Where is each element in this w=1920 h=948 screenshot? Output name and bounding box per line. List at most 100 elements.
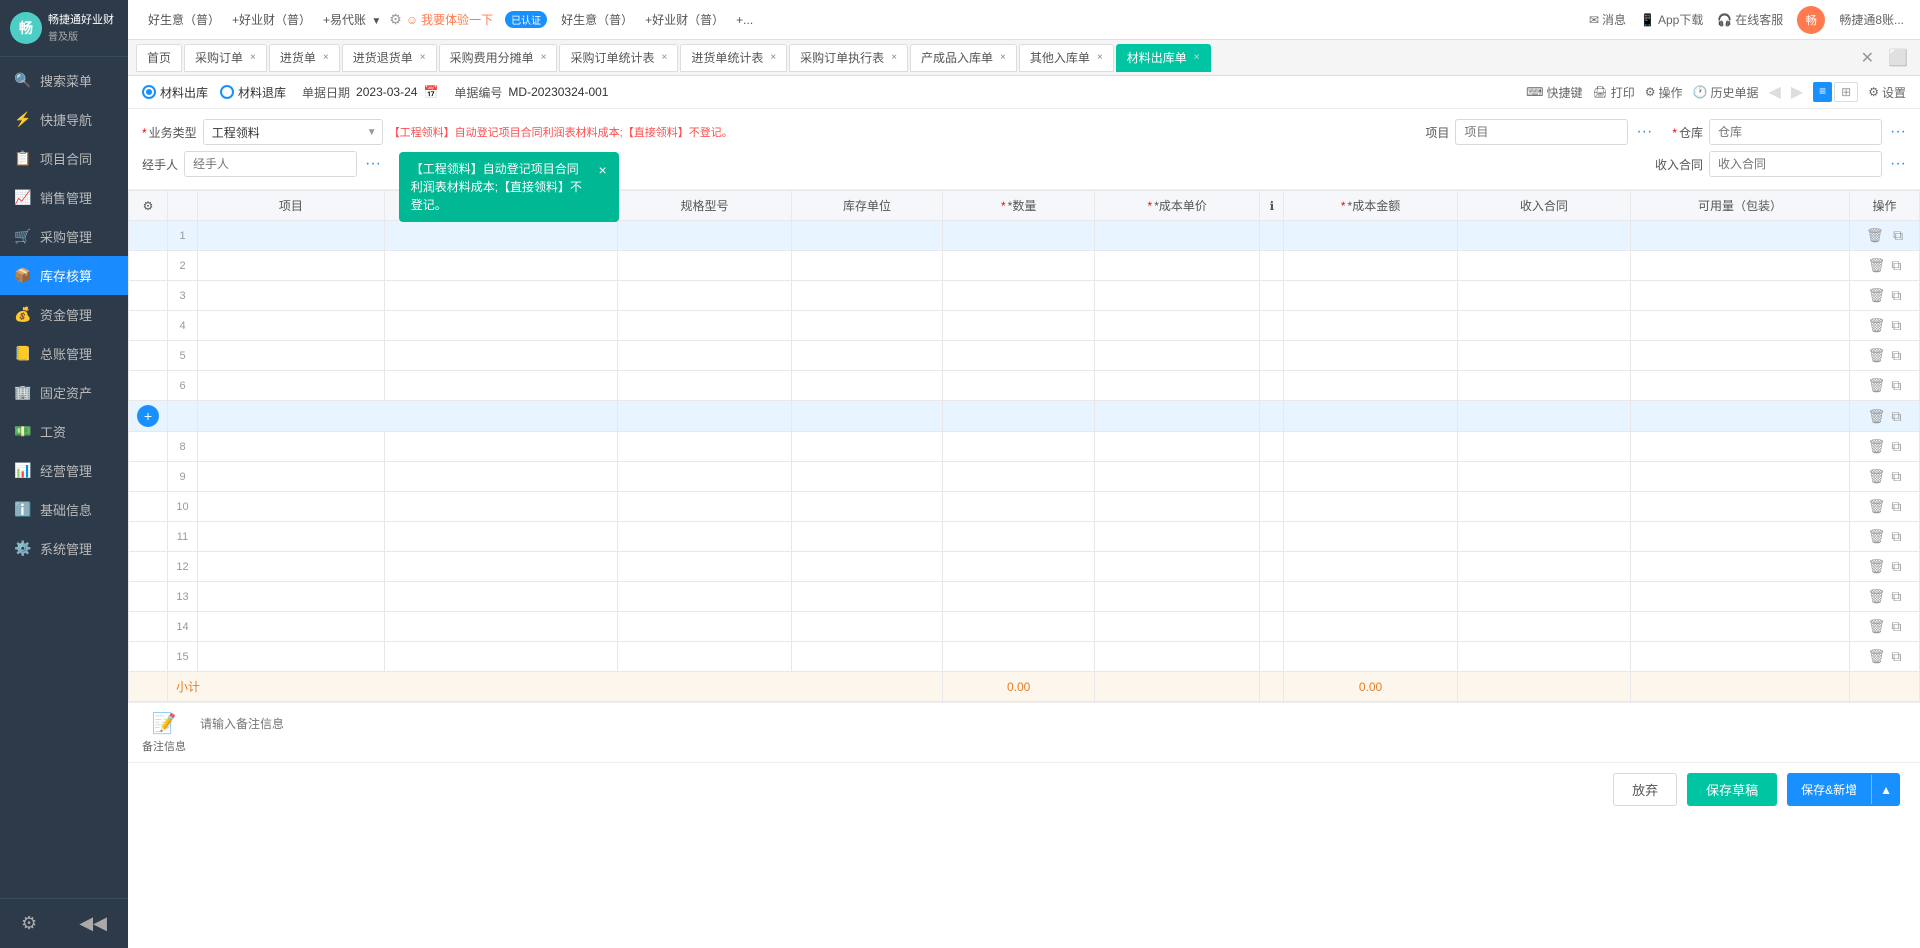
delete-add-row-btn[interactable]: 🗑	[1865, 408, 1889, 424]
delete-row-1-btn[interactable]: 🗑	[1863, 227, 1887, 243]
delete-row-btn[interactable]: 🗑	[1865, 648, 1889, 664]
sidebar-collapse-icon[interactable]: ◀◀	[71, 909, 115, 938]
sidebar-item-payroll[interactable]: 💵 工资	[0, 412, 128, 451]
row-material-1[interactable]	[384, 221, 618, 251]
nav-prev-icon[interactable]: ◀	[1769, 82, 1781, 102]
sidebar-item-shortcut[interactable]: ⚡ 快捷导航	[0, 100, 128, 139]
sidebar-item-sales[interactable]: 📈 销售管理	[0, 178, 128, 217]
delete-row-btn[interactable]: 🗑	[1865, 528, 1889, 544]
save-new-main[interactable]: 保存&新增	[1787, 775, 1872, 804]
tab-incoming[interactable]: 进货单 ×	[269, 44, 340, 72]
income-contract-dots-btn[interactable]: ···	[1890, 155, 1906, 173]
handler-input[interactable]	[184, 151, 357, 177]
sidebar-item-finance[interactable]: 💰 资金管理	[0, 295, 128, 334]
tab-close-incoming[interactable]: ×	[323, 52, 329, 63]
tab-close-incoming-return[interactable]: ×	[420, 52, 426, 63]
sidebar-item-purchase[interactable]: 🛒 采购管理	[0, 217, 128, 256]
tab-purchase-exec[interactable]: 采购订单执行表 ×	[789, 44, 908, 72]
delete-row-btn[interactable]: 🗑	[1865, 257, 1889, 273]
list-view-btn[interactable]: ≡	[1813, 82, 1832, 102]
tab-close-product-stock[interactable]: ×	[1000, 52, 1006, 63]
warehouse-input[interactable]	[1709, 119, 1882, 145]
save-new-arrow[interactable]: ▲	[1872, 777, 1900, 803]
tab-incoming-return[interactable]: 进货退货单 ×	[342, 44, 437, 72]
topbar-plus-finance2[interactable]: +好业财（普）	[641, 11, 728, 28]
project-dots-btn[interactable]: ···	[1636, 123, 1652, 141]
row-qty-1[interactable]	[943, 221, 1095, 251]
row-project-1[interactable]	[198, 221, 385, 251]
radio-material-return[interactable]: 材料退库	[220, 84, 286, 101]
delete-row-btn[interactable]: 🗑	[1865, 347, 1889, 363]
copy-add-row-btn[interactable]: ⧉	[1888, 408, 1904, 424]
tab-other-stock[interactable]: 其他入库单 ×	[1019, 44, 1114, 72]
copy-row-btn[interactable]: ⧉	[1888, 528, 1904, 544]
tab-incoming-stat[interactable]: 进货单统计表 ×	[680, 44, 787, 72]
close-window-btn[interactable]: ✕	[1857, 48, 1878, 68]
topbar-more[interactable]: +...	[732, 13, 757, 27]
delete-row-btn[interactable]: 🗑	[1865, 468, 1889, 484]
copy-row-btn[interactable]: ⧉	[1888, 257, 1904, 273]
online-service-btn[interactable]: 🎧 在线客服	[1717, 11, 1783, 28]
col-settings[interactable]: ⚙	[129, 191, 168, 221]
tooltip-close-btn[interactable]: ×	[599, 160, 607, 181]
copy-row-btn[interactable]: ⧉	[1888, 347, 1904, 363]
topbar-plus-finance[interactable]: +好业财（普）	[228, 11, 315, 28]
income-contract-input[interactable]	[1709, 151, 1882, 177]
abandon-btn[interactable]: 放弃	[1613, 773, 1677, 806]
row-income-contract-1[interactable]	[1457, 221, 1630, 251]
add-row-btn[interactable]: +	[137, 405, 159, 427]
tab-close-purchase-stat[interactable]: ×	[661, 52, 667, 63]
print-btn[interactable]: 🖨 打印	[1593, 84, 1635, 101]
sidebar-item-assets[interactable]: 🏢 固定资产	[0, 373, 128, 412]
sidebar-item-ledger[interactable]: 📒 总账管理	[0, 334, 128, 373]
save-new-btn[interactable]: 保存&新增 ▲	[1787, 773, 1900, 806]
sidebar-item-inventory[interactable]: 📦 库存核算	[0, 256, 128, 295]
sidebar-settings-icon[interactable]: ⚙	[13, 909, 45, 938]
delete-row-btn[interactable]: 🗑	[1865, 618, 1889, 634]
note-input[interactable]	[196, 711, 1906, 751]
radio-material-out[interactable]: 材料出库	[142, 84, 208, 101]
delete-row-btn[interactable]: 🗑	[1865, 377, 1889, 393]
tab-purchase-expense[interactable]: 采购费用分摊单 ×	[439, 44, 558, 72]
app-download-btn[interactable]: 📱 App下载	[1640, 11, 1703, 28]
experience-btn[interactable]: ☺ 我要体验一下	[406, 11, 493, 28]
copy-row-btn[interactable]: ⧉	[1888, 588, 1904, 604]
delete-row-btn[interactable]: 🗑	[1865, 498, 1889, 514]
settings-btn[interactable]: ⚙ 设置	[1868, 84, 1906, 101]
delete-row-btn[interactable]: 🗑	[1865, 558, 1889, 574]
add-row-input[interactable]	[198, 405, 617, 428]
handler-dots-btn[interactable]: ···	[365, 155, 381, 173]
copy-row-btn[interactable]: ⧉	[1888, 438, 1904, 454]
shortcut-key-btn[interactable]: ⌨ 快捷键	[1526, 84, 1582, 101]
tab-close-purchase-exec[interactable]: ×	[891, 52, 897, 63]
delete-row-btn[interactable]: 🗑	[1865, 317, 1889, 333]
user-avatar[interactable]: 畅	[1797, 6, 1825, 34]
topbar-gear-icon[interactable]: ⚙	[389, 11, 402, 28]
grid-view-btn[interactable]: ⊞	[1834, 82, 1858, 102]
tab-close-material-out[interactable]: ×	[1194, 52, 1200, 63]
copy-row-1-btn[interactable]: ⧉	[1890, 227, 1906, 243]
copy-row-btn[interactable]: ⧉	[1888, 377, 1904, 393]
project-input[interactable]	[1455, 119, 1628, 145]
copy-row-btn[interactable]: ⧉	[1888, 287, 1904, 303]
tab-close-purchase-order[interactable]: ×	[250, 52, 256, 63]
sidebar-item-system[interactable]: ⚙️ 系统管理	[0, 529, 128, 568]
row-cost-price-1[interactable]	[1094, 221, 1259, 251]
copy-row-btn[interactable]: ⧉	[1888, 648, 1904, 664]
sidebar-item-basic[interactable]: ℹ️ 基础信息	[0, 490, 128, 529]
message-btn[interactable]: ✉ 消息	[1589, 11, 1626, 28]
copy-row-btn[interactable]: ⧉	[1888, 618, 1904, 634]
delete-row-btn[interactable]: 🗑	[1865, 588, 1889, 604]
tab-close-purchase-expense[interactable]: ×	[541, 52, 547, 63]
sidebar-item-project[interactable]: 📋 项目合同	[0, 139, 128, 178]
tab-purchase-order[interactable]: 采购订单 ×	[184, 44, 267, 72]
tab-material-out[interactable]: 材料出库单 ×	[1116, 44, 1211, 72]
copy-row-btn[interactable]: ⧉	[1888, 498, 1904, 514]
tab-product-stock[interactable]: 产成品入库单 ×	[910, 44, 1017, 72]
sidebar-item-ops[interactable]: 📊 经营管理	[0, 451, 128, 490]
sidebar-item-search[interactable]: 🔍 搜索菜单	[0, 61, 128, 100]
biz-type-input[interactable]	[203, 119, 383, 145]
copy-row-btn[interactable]: ⧉	[1888, 468, 1904, 484]
tab-home[interactable]: 首页	[136, 44, 182, 72]
user-name[interactable]: 畅捷通8账...	[1839, 11, 1904, 28]
